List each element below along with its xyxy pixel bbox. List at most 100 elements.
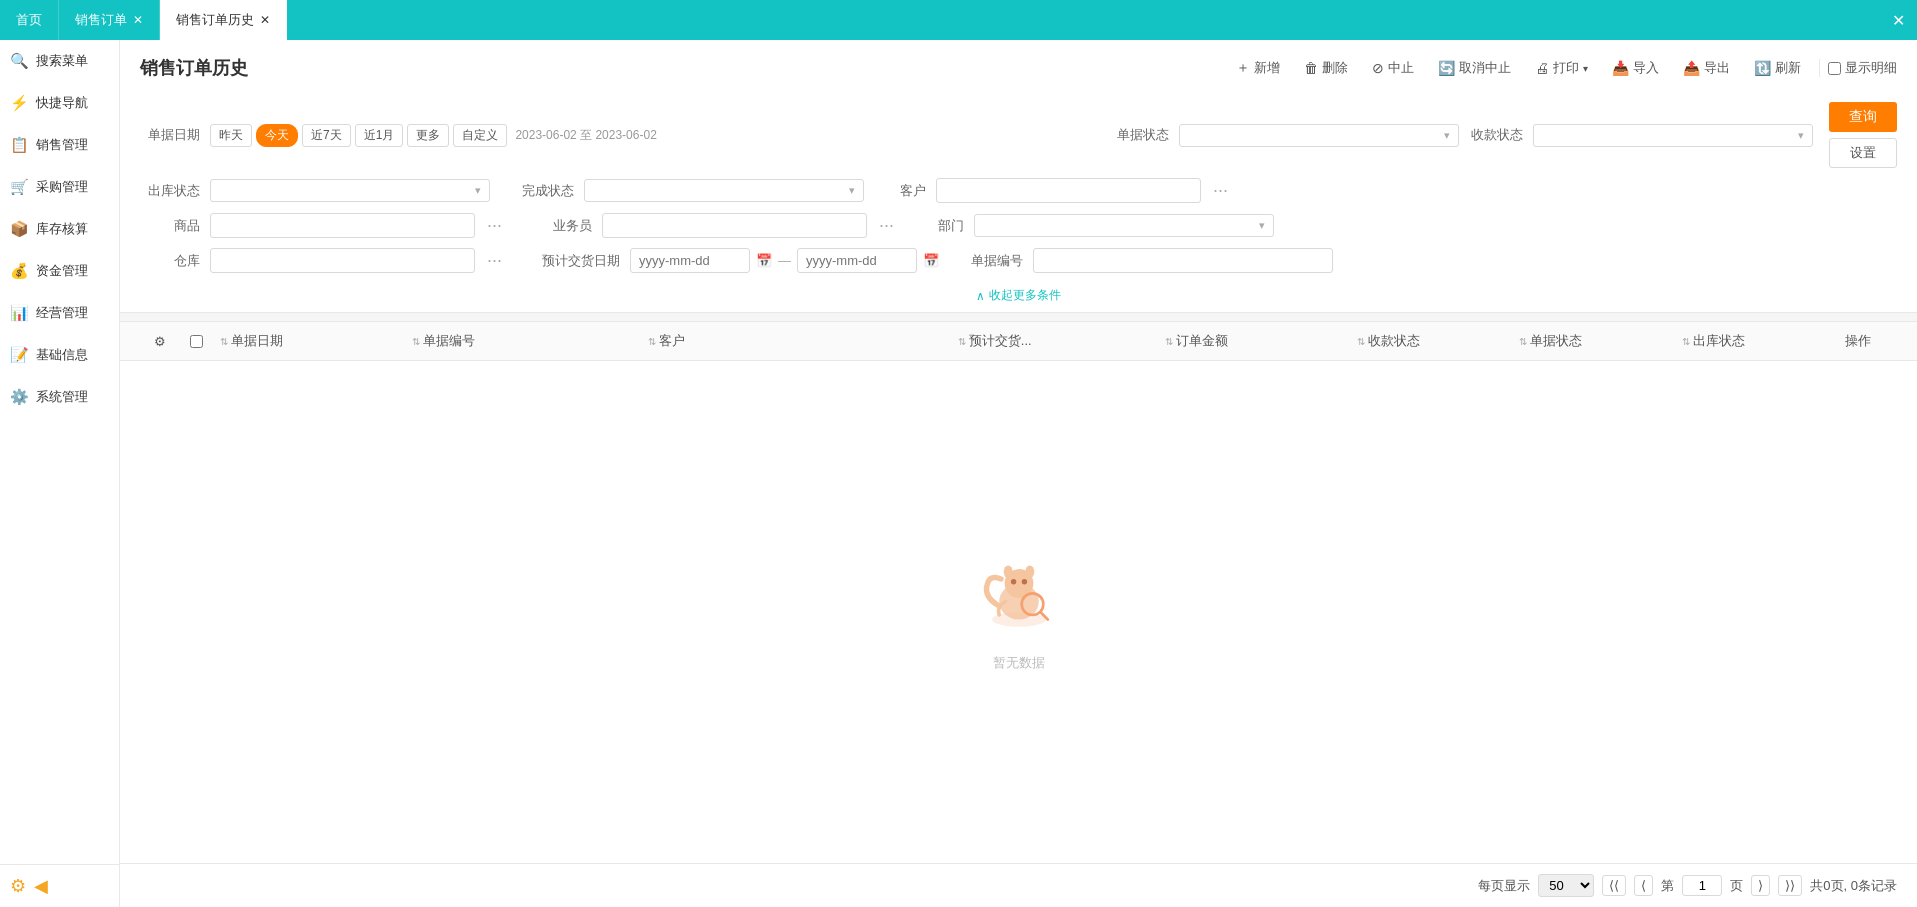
window-close-button[interactable]: ✕ — [1892, 11, 1905, 30]
date-btn-last7[interactable]: 近7天 — [302, 124, 351, 147]
svg-point-5 — [1010, 579, 1015, 584]
sidebar-settings-icon[interactable]: ⚙ — [10, 875, 26, 897]
print-button[interactable]: 🖨 打印 ▾ — [1525, 54, 1598, 82]
th-client-label: 客户 — [659, 332, 685, 350]
page-size-label: 每页显示 — [1478, 877, 1530, 895]
filter-customer-more-btn[interactable]: ··· — [1205, 178, 1236, 203]
filter-goods-more-btn[interactable]: ··· — [479, 213, 510, 238]
sidebar-item-quick-nav[interactable]: ⚡ 快捷导航 — [0, 82, 119, 124]
sidebar-collapse-icon[interactable]: ◀ — [34, 875, 48, 897]
basic-info-icon: 📝 — [10, 346, 28, 364]
page-size-select[interactable]: 50 100 200 — [1538, 874, 1594, 897]
date-btn-yesterday[interactable]: 昨天 — [210, 124, 252, 147]
stop-label: 中止 — [1388, 59, 1414, 77]
search-menu-icon: 🔍 — [10, 52, 28, 70]
collapse-row[interactable]: ∧ 收起更多条件 — [140, 283, 1897, 312]
sidebar-item-fund-mgmt[interactable]: 💰 资金管理 — [0, 250, 119, 292]
sidebar-item-operations-mgmt-label: 经营管理 — [36, 304, 88, 322]
filter-warehouse-input[interactable] — [210, 248, 475, 273]
display-detail-input[interactable] — [1828, 62, 1841, 75]
sidebar-item-sales-mgmt[interactable]: 📋 销售管理 — [0, 124, 119, 166]
date-btn-custom[interactable]: 自定义 — [453, 124, 507, 147]
sidebar-item-basic-info-label: 基础信息 — [36, 346, 88, 364]
filter-doc-number-input[interactable] — [1033, 248, 1333, 273]
th-order-status-label: 单据状态 — [1530, 332, 1582, 350]
refresh-button[interactable]: 🔃 刷新 — [1744, 54, 1811, 82]
tab-sales-order-close[interactable]: ✕ — [133, 13, 143, 27]
sidebar-item-basic-info[interactable]: 📝 基础信息 — [0, 334, 119, 376]
filter-order-status-select[interactable]: ▾ — [1179, 124, 1459, 147]
th-date[interactable]: ⇅ 单据日期 — [212, 322, 404, 360]
filter-out-status-select[interactable]: ▾ — [210, 179, 490, 202]
sidebar-item-purchase-mgmt[interactable]: 🛒 采购管理 — [0, 166, 119, 208]
sidebar-item-purchase-mgmt-label: 采购管理 — [36, 178, 88, 196]
filter-salesman-more-btn[interactable]: ··· — [871, 213, 902, 238]
date-btn-today[interactable]: 今天 — [256, 124, 298, 147]
cancel-stop-button[interactable]: 🔄 取消中止 — [1428, 54, 1521, 82]
table-settings-icon[interactable]: ⚙ — [154, 334, 166, 349]
th-order-status[interactable]: ⇅ 单据状态 — [1511, 322, 1674, 360]
date-btn-last1m[interactable]: 近1月 — [355, 124, 404, 147]
sidebar: 🔍 搜索菜单 ⚡ 快捷导航 📋 销售管理 🛒 采购管理 📦 库存核算 💰 资金管… — [0, 40, 120, 907]
filter-order-status-label: 单据状态 — [1117, 126, 1179, 144]
filter-customer-input[interactable] — [936, 178, 1201, 203]
sidebar-item-operations-mgmt[interactable]: 📊 经营管理 — [0, 292, 119, 334]
sidebar-item-search-menu[interactable]: 🔍 搜索菜单 — [0, 40, 119, 82]
query-button[interactable]: 查询 — [1829, 102, 1897, 132]
new-icon: ＋ — [1236, 59, 1250, 77]
th-amount-label: 订单金额 — [1176, 332, 1228, 350]
cancel-stop-label: 取消中止 — [1459, 59, 1511, 77]
th-check[interactable] — [180, 325, 212, 358]
filter-expected-date-end[interactable] — [797, 248, 917, 273]
set-button[interactable]: 设置 — [1829, 138, 1897, 168]
filter-salesman-input[interactable] — [602, 213, 867, 238]
first-page-button[interactable]: ⟨⟨ — [1602, 875, 1626, 896]
filter-row-4: 仓库 ··· 预计交货日期 📅 — 📅 单据编号 — [140, 248, 1897, 273]
th-settings[interactable]: ⚙ — [140, 324, 180, 359]
th-client[interactable]: ⇅ 客户 — [640, 322, 950, 360]
th-pay-status[interactable]: ⇅ 收款状态 — [1349, 322, 1512, 360]
filter-warehouse-more-btn[interactable]: ··· — [479, 248, 510, 273]
import-button[interactable]: 📥 导入 — [1602, 54, 1669, 82]
filter-expected-date-start[interactable] — [630, 248, 750, 273]
svg-point-3 — [1003, 566, 1012, 579]
current-page-input[interactable] — [1682, 875, 1722, 896]
prev-page-button[interactable]: ⟨ — [1634, 875, 1653, 896]
th-amount[interactable]: ⇅ 订单金额 — [1157, 322, 1349, 360]
tab-sales-order-history-label: 销售订单历史 — [176, 11, 254, 29]
empty-state: 暂无数据 — [974, 552, 1064, 672]
delete-button[interactable]: 🗑 删除 — [1294, 54, 1358, 82]
date-btn-more[interactable]: 更多 — [407, 124, 449, 147]
delete-icon: 🗑 — [1304, 60, 1318, 76]
display-detail-checkbox[interactable]: 显示明细 — [1828, 59, 1897, 77]
last-page-button[interactable]: ⟩⟩ — [1778, 875, 1802, 896]
print-icon: 🖨 — [1535, 60, 1549, 76]
next-page-button[interactable]: ⟩ — [1751, 875, 1770, 896]
sidebar-item-system-mgmt[interactable]: ⚙️ 系统管理 — [0, 376, 119, 418]
filter-complete-status-label: 完成状态 — [522, 182, 584, 200]
th-out-status[interactable]: ⇅ 出库状态 — [1674, 322, 1837, 360]
sidebar-item-fund-mgmt-label: 资金管理 — [36, 262, 88, 280]
stop-button[interactable]: ⊘ 中止 — [1362, 54, 1424, 82]
date-range-separator: 📅 — [756, 253, 772, 268]
filter-salesman-label: 业务员 — [542, 217, 602, 235]
refresh-label: 刷新 — [1775, 59, 1801, 77]
filter-goods-input[interactable] — [210, 213, 475, 238]
tab-sales-order-history-close[interactable]: ✕ — [260, 13, 270, 27]
export-button[interactable]: 📤 导出 — [1673, 54, 1740, 82]
date-end-calendar-icon: 📅 — [923, 253, 939, 268]
filter-pay-status-select[interactable]: ▾ — [1533, 124, 1813, 147]
tab-sales-order-history[interactable]: 销售订单历史 ✕ — [160, 0, 287, 40]
filter-dept-select[interactable]: ▾ — [974, 214, 1274, 237]
tab-home[interactable]: 首页 — [0, 0, 59, 40]
filter-dept-label: 部门 — [934, 217, 974, 235]
sidebar-item-inventory-calc[interactable]: 📦 库存核算 — [0, 208, 119, 250]
quick-nav-icon: ⚡ — [10, 94, 28, 112]
new-button[interactable]: ＋ 新增 — [1226, 54, 1290, 82]
filter-complete-status-select[interactable]: ▾ — [584, 179, 864, 202]
th-delivery[interactable]: ⇅ 预计交货... — [950, 322, 1157, 360]
tab-sales-order[interactable]: 销售订单 ✕ — [59, 0, 160, 40]
select-all-checkbox[interactable] — [190, 335, 203, 348]
sales-mgmt-icon: 📋 — [10, 136, 28, 154]
th-number[interactable]: ⇅ 单据编号 — [404, 322, 640, 360]
